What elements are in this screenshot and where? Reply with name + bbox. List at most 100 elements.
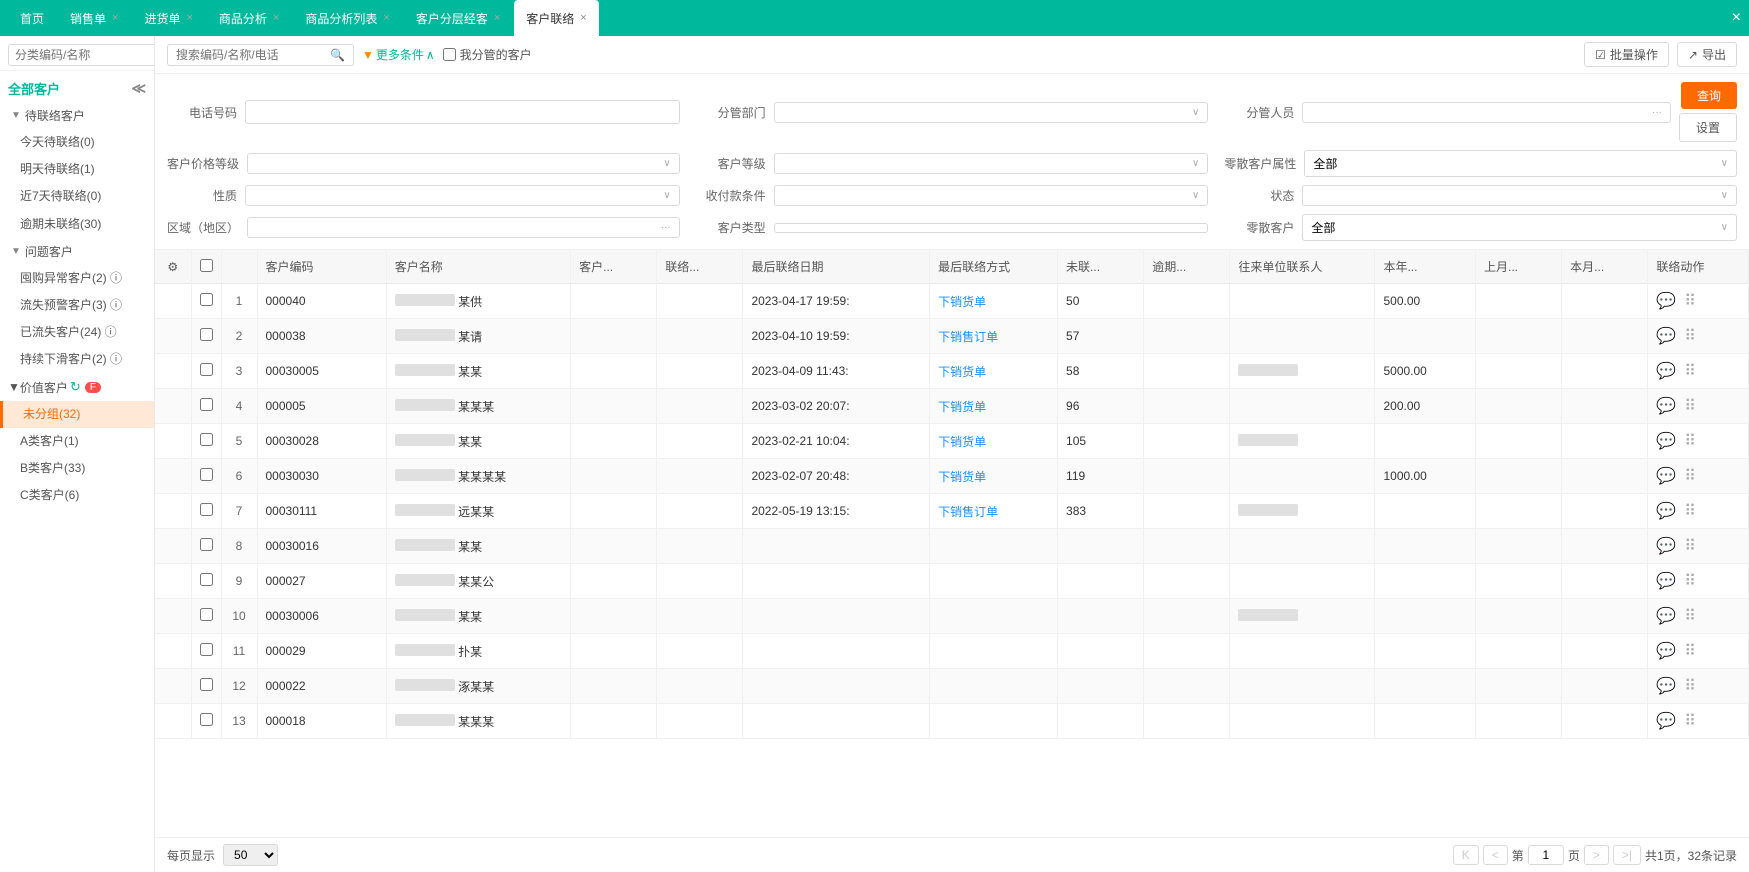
th-customer-type[interactable]: 客户... [571,250,657,284]
property-select[interactable]: ∨ [245,185,680,206]
th-last-month[interactable]: 上月... [1476,250,1562,284]
staff-select[interactable]: ··· [1302,102,1671,123]
chat-icon-12[interactable]: 💬 [1656,711,1676,731]
chat-icon-10[interactable]: 💬 [1656,641,1676,661]
sidebar-item-declining[interactable]: 持续下滑客户(2) ⓘ [0,346,154,373]
th-last-date[interactable]: 最后联络日期 [743,250,930,284]
my-customers-checkbox[interactable]: 我分管的客户 [443,46,532,63]
payment-select[interactable]: ∨ [774,185,1209,206]
row-checkbox-4[interactable] [200,433,213,446]
last-way-link-4[interactable]: 下销货单 [938,435,986,449]
row-checkbox-6[interactable] [200,503,213,516]
th-settings[interactable]: ⚙ [155,250,191,284]
row-checkbox-9[interactable] [200,608,213,621]
my-customers-check[interactable] [443,48,456,61]
close-product-analysis[interactable]: × [273,12,279,24]
last-way-link-3[interactable]: 下销货单 [938,400,986,414]
filter-search-icon[interactable]: 🔍 [330,48,345,62]
sidebar-item-class-b[interactable]: B类客户(33) [0,455,154,482]
home-tab[interactable]: 首页 [8,0,56,36]
sidebar-item-stockpile-abnormal[interactable]: 囤购异常客户(2) ⓘ [0,265,154,292]
group-value-customers[interactable]: ▼ 价值客户 ↻ F [0,374,154,401]
sidebar-item-class-a[interactable]: A类客户(1) [0,428,154,455]
th-un-contact[interactable]: 未联... [1058,250,1144,284]
grid-icon-11[interactable]: ⠿ [1684,676,1696,696]
filter-search-input[interactable] [176,48,326,62]
row-checkbox-3[interactable] [200,398,213,411]
next-page-btn[interactable]: > [1584,845,1609,865]
status-select[interactable]: ∨ [1302,185,1737,206]
group-pending-contact[interactable]: ▼ 待联络客户 [0,102,154,129]
th-last-way[interactable]: 最后联络方式 [930,250,1058,284]
sidebar-search-input[interactable] [8,44,155,66]
th-this-month[interactable]: 本月... [1562,250,1648,284]
grid-icon-6[interactable]: ⠿ [1684,501,1696,521]
sidebar-collapse-icon[interactable]: ≪ [131,80,146,97]
last-way-link-0[interactable]: 下销货单 [938,295,986,309]
grid-icon-9[interactable]: ⠿ [1684,606,1696,626]
first-page-btn[interactable]: K [1453,845,1479,865]
tab-purchase-order[interactable]: 进货单 × [132,0,204,36]
th-overdue[interactable]: 逾期... [1144,250,1230,284]
th-this-year[interactable]: 本年... [1375,250,1476,284]
tab-customer-contact[interactable]: 客户联络 × [514,0,598,36]
last-way-link-2[interactable]: 下销货单 [938,365,986,379]
sidebar-item-overdue-contact[interactable]: 逾期未联络(30) [0,211,154,238]
chat-icon-1[interactable]: 💬 [1656,326,1676,346]
chat-icon-4[interactable]: 💬 [1656,431,1676,451]
grid-icon-12[interactable]: ⠿ [1684,711,1696,731]
sidebar-item-7days-pending[interactable]: 近7天待联络(0) [0,183,154,210]
select-all-checkbox[interactable] [200,259,213,272]
th-code[interactable]: 客户编码 [257,250,386,284]
th-contacts-person[interactable]: 往来单位联系人 [1230,250,1375,284]
row-checkbox-2[interactable] [200,363,213,376]
row-checkbox-10[interactable] [200,643,213,656]
row-checkbox-7[interactable] [200,538,213,551]
page-input[interactable] [1528,845,1564,865]
close-all-btn[interactable]: × [1732,9,1741,27]
tab-product-analysis[interactable]: 商品分析 × [207,0,291,36]
price-grade-select[interactable]: ∨ [247,153,680,174]
close-sales-order[interactable]: × [112,12,118,24]
sidebar-item-unclassified[interactable]: 未分组(32) [0,401,154,428]
chat-icon-5[interactable]: 💬 [1656,466,1676,486]
close-product-analysis-list[interactable]: × [383,12,389,24]
retail-customer-select[interactable]: 全部 ∨ [1302,214,1737,241]
export-btn[interactable]: ↗ 导出 [1677,42,1737,67]
row-checkbox-11[interactable] [200,678,213,691]
query-btn[interactable]: 查询 [1681,82,1737,109]
customer-grade-select[interactable]: ∨ [774,153,1209,174]
grid-icon-4[interactable]: ⠿ [1684,431,1696,451]
sidebar-item-today-pending[interactable]: 今天待联络(0) [0,129,154,156]
grid-icon-3[interactable]: ⠿ [1684,396,1696,416]
refresh-icon[interactable]: ↻ [70,379,81,395]
sidebar-item-churn-warning[interactable]: 流失预警客户(3) ⓘ [0,292,154,319]
grid-icon-0[interactable]: ⠿ [1684,291,1696,311]
last-way-link-5[interactable]: 下销货单 [938,470,986,484]
chat-icon-7[interactable]: 💬 [1656,536,1676,556]
reset-btn[interactable]: 设置 [1679,113,1737,142]
tab-sales-order[interactable]: 销售单 × [58,0,130,36]
chat-icon-8[interactable]: 💬 [1656,571,1676,591]
last-way-link-1[interactable]: 下销售订单 [938,330,998,344]
chat-icon-9[interactable]: 💬 [1656,606,1676,626]
sidebar-item-tomorrow-pending[interactable]: 明天待联络(1) [0,156,154,183]
per-page-select[interactable]: 50 100 [223,844,278,866]
grid-icon-2[interactable]: ⠿ [1684,361,1696,381]
batch-op-btn[interactable]: ☑ 批量操作 [1584,42,1669,67]
row-checkbox-1[interactable] [200,328,213,341]
customer-type-select[interactable] [774,223,1209,233]
row-checkbox-8[interactable] [200,573,213,586]
tab-customer-segment[interactable]: 客户分层经客 × [404,0,512,36]
grid-icon-1[interactable]: ⠿ [1684,326,1696,346]
row-checkbox-0[interactable] [200,293,213,306]
group-problem-customers[interactable]: ▼ 问题客户 [0,238,154,265]
row-checkbox-12[interactable] [200,713,213,726]
th-contact[interactable]: 联络... [657,250,743,284]
sidebar-item-churned[interactable]: 已流失客户(24) ⓘ [0,319,154,346]
chat-icon-11[interactable]: 💬 [1656,676,1676,696]
prev-page-btn[interactable]: < [1483,845,1508,865]
close-purchase-order[interactable]: × [186,12,192,24]
close-customer-segment[interactable]: × [494,12,500,24]
grid-icon-10[interactable]: ⠿ [1684,641,1696,661]
